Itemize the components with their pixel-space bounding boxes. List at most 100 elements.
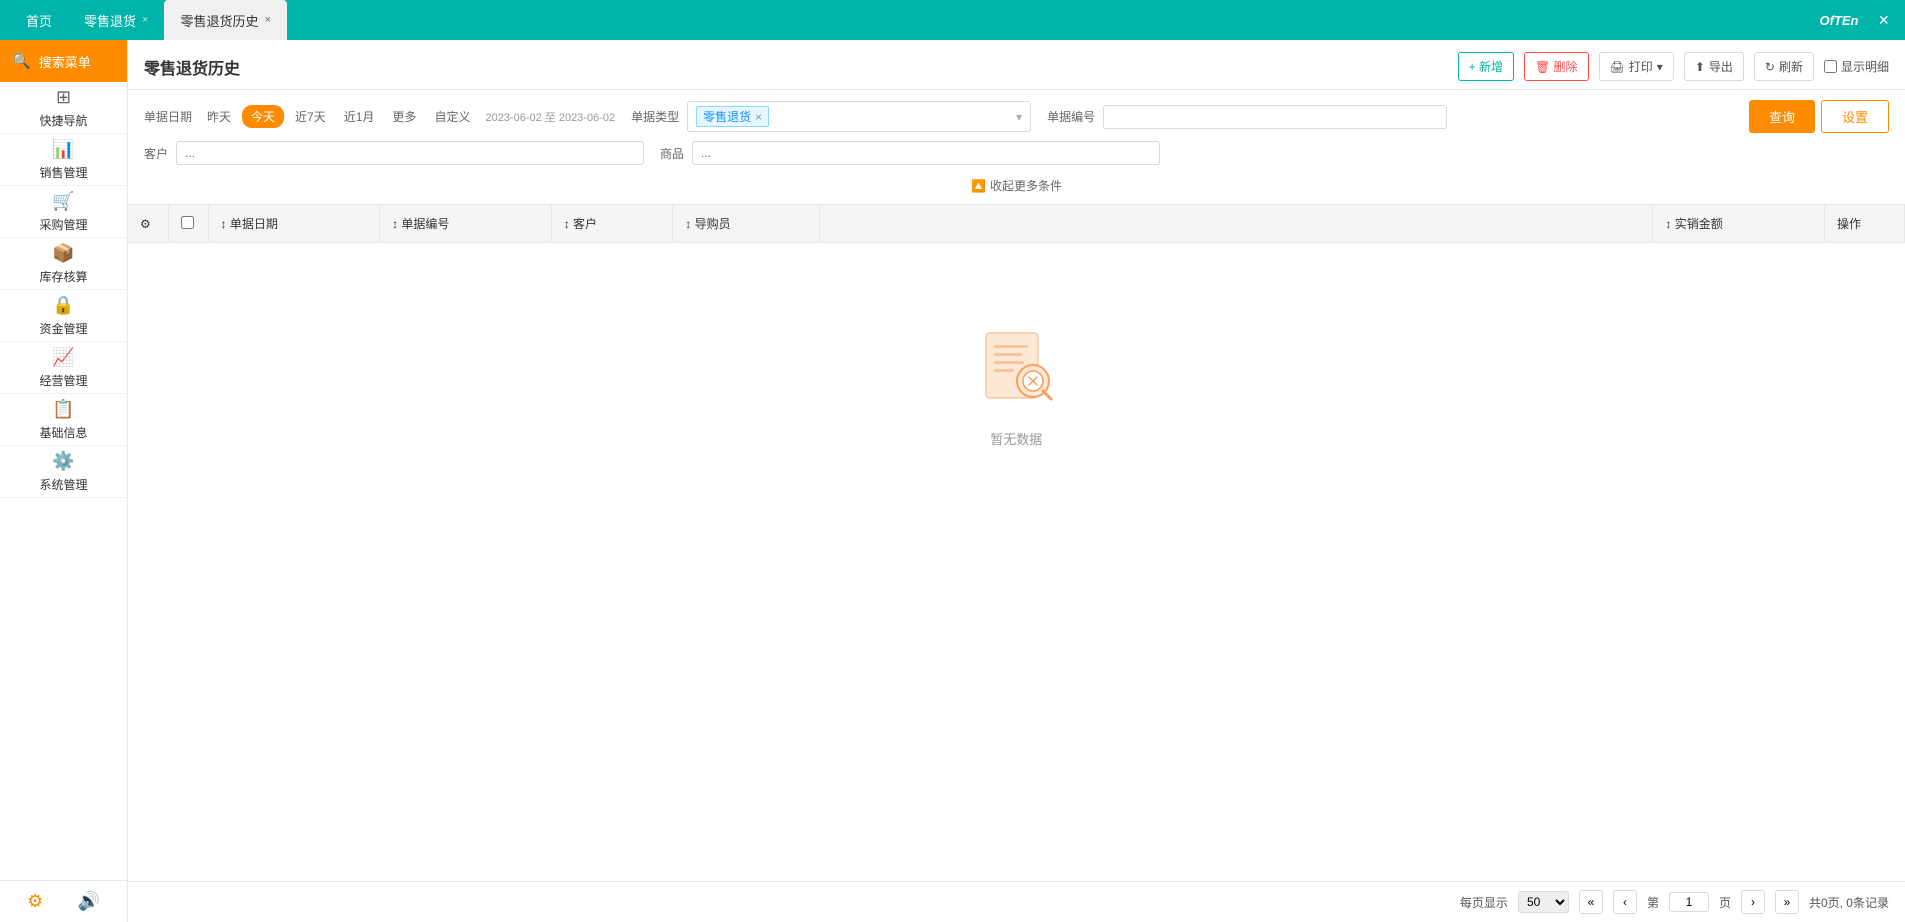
page-label: 第 <box>1647 894 1659 911</box>
page-input[interactable] <box>1669 892 1709 912</box>
doc-no-label: 单据编号 <box>1047 108 1095 125</box>
tab-retail-return-history[interactable]: 零售退货历史 × <box>164 0 286 40</box>
sidebar-item-purchase-mgmt[interactable]: 🛒 采购管理 <box>0 186 127 238</box>
search-menu[interactable]: 🔍 搜索菜单 <box>0 40 127 82</box>
show-detail-checkbox[interactable]: 显示明细 <box>1824 58 1889 75</box>
sidebar-item-sys-mgmt[interactable]: ⚙️ 系统管理 <box>0 446 127 498</box>
th-spacer <box>819 205 1653 243</box>
table-header: ⚙ ↕ 单据日期 ↕ 单据编号 ↕ 客户 <box>128 205 1905 243</box>
total-info: 共0页, 0条记录 <box>1809 894 1889 911</box>
page-size-select[interactable]: 50 10 20 100 <box>1518 891 1569 913</box>
filter-row-2: 客户 商品 <box>144 141 1889 165</box>
header-actions: + 新增 🗑 删除 🖨 打印 ▾ ⬆ 导出 ↻ 刷新 显示明细 <box>1458 52 1889 81</box>
export-label: 导出 <box>1709 58 1733 75</box>
sidebar-audio-btn[interactable]: 🔊 <box>77 891 99 912</box>
sidebar-nav: ⊞ 快捷导航 📊 销售管理 🛒 采购管理 📦 库存核算 🔒 资金管理 📈 <box>0 82 127 880</box>
th-guide-label: ↕ 导购员 <box>685 217 730 231</box>
sidebar-item-ops-mgmt[interactable]: 📈 经营管理 <box>0 342 127 394</box>
th-doc-no[interactable]: ↕ 单据编号 <box>380 205 552 243</box>
doc-type-tag-close[interactable]: × <box>755 110 762 124</box>
tab-retail-return[interactable]: 零售退货 × <box>68 0 164 40</box>
sidebar-item-finance-mgmt[interactable]: 🔒 资金管理 <box>0 290 127 342</box>
next-page-btn[interactable]: › <box>1741 890 1765 914</box>
ops-mgmt-icon: 📈 <box>52 347 74 368</box>
th-settings[interactable]: ⚙ <box>128 205 168 243</box>
refresh-button[interactable]: ↻ 刷新 <box>1754 52 1814 81</box>
th-doc-date[interactable]: ↕ 单据日期 <box>208 205 380 243</box>
tab-home[interactable]: 首页 <box>10 0 68 40</box>
doc-no-input[interactable] <box>1103 105 1447 129</box>
sidebar-item-sales-mgmt[interactable]: 📊 销售管理 <box>0 134 127 186</box>
content-area: 零售退货历史 + 新增 🗑 删除 🖨 打印 ▾ ⬆ 导出 ↻ 刷新 <box>128 40 1905 922</box>
print-chevron-icon: ▾ <box>1657 60 1663 74</box>
date-shortcuts: 昨天 今天 近7天 近1月 更多 自定义 <box>200 105 477 128</box>
set-button[interactable]: 设置 <box>1821 100 1889 133</box>
tab-retail-return-history-close[interactable]: × <box>264 14 270 26</box>
print-button[interactable]: 🖨 打印 ▾ <box>1599 52 1674 81</box>
show-detail-label: 显示明细 <box>1841 58 1889 75</box>
sidebar-settings-btn[interactable]: ⚙ <box>27 891 43 912</box>
date-btn-today[interactable]: 今天 <box>242 105 284 128</box>
sidebar-item-sys-mgmt-label: 系统管理 <box>39 476 87 493</box>
tab-home-label: 首页 <box>26 11 52 30</box>
page-size-label: 每页显示 <box>1460 894 1508 911</box>
th-customer[interactable]: ↕ 客户 <box>551 205 673 243</box>
top-bar: 首页 零售退货 × 零售退货历史 × OfTEn × <box>0 0 1905 40</box>
filter-customer: 客户 <box>144 141 644 165</box>
basic-info-icon: 📋 <box>52 399 74 420</box>
th-guide[interactable]: ↕ 导购员 <box>673 205 820 243</box>
data-table: ⚙ ↕ 单据日期 ↕ 单据编号 ↕ 客户 <box>128 205 1905 528</box>
filter-goods: 商品 <box>660 141 1160 165</box>
prev-page-btn[interactable]: ‹ <box>1613 890 1637 914</box>
finance-mgmt-icon: 🔒 <box>52 295 74 316</box>
last-page-btn[interactable]: » <box>1775 890 1799 914</box>
doc-date-label: 单据日期 <box>144 108 192 125</box>
window-close-btn[interactable]: × <box>1878 10 1889 31</box>
print-icon: 🖨 <box>1610 60 1625 74</box>
tab-retail-return-close[interactable]: × <box>142 14 148 26</box>
th-checkbox[interactable] <box>168 205 208 243</box>
top-bar-right: OfTEn × <box>1819 10 1905 31</box>
collapse-row: 🔼 收起更多条件 <box>144 173 1889 194</box>
th-doc-date-label: ↕ 单据日期 <box>221 217 278 231</box>
first-page-btn[interactable]: « <box>1579 890 1603 914</box>
th-amount[interactable]: ↕ 实销金额 <box>1653 205 1825 243</box>
page-title: 零售退货历史 <box>144 55 240 79</box>
sidebar-bottom: ⚙ 🔊 <box>0 880 127 922</box>
select-all-checkbox[interactable] <box>181 216 194 229</box>
collapse-btn[interactable]: 🔼 收起更多条件 <box>971 177 1062 194</box>
query-action-buttons: 查询 设置 <box>1749 100 1889 133</box>
refresh-icon: ↻ <box>1765 60 1775 74</box>
export-button[interactable]: ⬆ 导出 <box>1684 52 1744 81</box>
doc-type-tag-0: 零售退货 × <box>696 106 769 127</box>
settings-icon: ⚙ <box>140 217 151 231</box>
show-detail-input[interactable] <box>1824 60 1837 73</box>
th-actions: 操作 <box>1825 205 1905 243</box>
sidebar-item-inventory[interactable]: 📦 库存核算 <box>0 238 127 290</box>
sidebar-item-basic-info[interactable]: 📋 基础信息 <box>0 394 127 446</box>
date-btn-custom[interactable]: 自定义 <box>427 105 477 128</box>
tab-retail-return-history-label: 零售退货历史 <box>180 11 258 30</box>
goods-input[interactable] <box>692 141 1160 165</box>
quick-nav-icon: ⊞ <box>56 87 71 108</box>
date-btn-1month[interactable]: 近1月 <box>337 105 382 128</box>
sidebar-item-quick-nav[interactable]: ⊞ 快捷导航 <box>0 82 127 134</box>
goods-label: 商品 <box>660 145 684 162</box>
sidebar-item-purchase-mgmt-label: 采购管理 <box>39 216 87 233</box>
th-amount-label: ↕ 实销金额 <box>1665 217 1722 231</box>
sidebar-item-ops-mgmt-label: 经营管理 <box>39 372 87 389</box>
delete-button[interactable]: 🗑 删除 <box>1524 52 1589 81</box>
doc-type-select[interactable]: 零售退货 × ▾ <box>687 101 1031 132</box>
new-button[interactable]: + 新增 <box>1458 52 1514 81</box>
th-customer-label: ↕ 客户 <box>564 217 597 231</box>
date-btn-more[interactable]: 更多 <box>385 105 423 128</box>
doc-type-tags: 零售退货 × <box>696 106 769 127</box>
doc-type-tag-label: 零售退货 <box>703 108 751 125</box>
page-header: 零售退货历史 + 新增 🗑 删除 🖨 打印 ▾ ⬆ 导出 ↻ 刷新 <box>128 40 1905 90</box>
date-btn-yesterday[interactable]: 昨天 <box>200 105 238 128</box>
query-button[interactable]: 查询 <box>1749 100 1815 133</box>
customer-input[interactable] <box>176 141 644 165</box>
filter-doc-type: 单据类型 零售退货 × ▾ <box>631 101 1031 132</box>
table-container: ⚙ ↕ 单据日期 ↕ 单据编号 ↕ 客户 <box>128 205 1905 881</box>
date-btn-7days[interactable]: 近7天 <box>288 105 333 128</box>
